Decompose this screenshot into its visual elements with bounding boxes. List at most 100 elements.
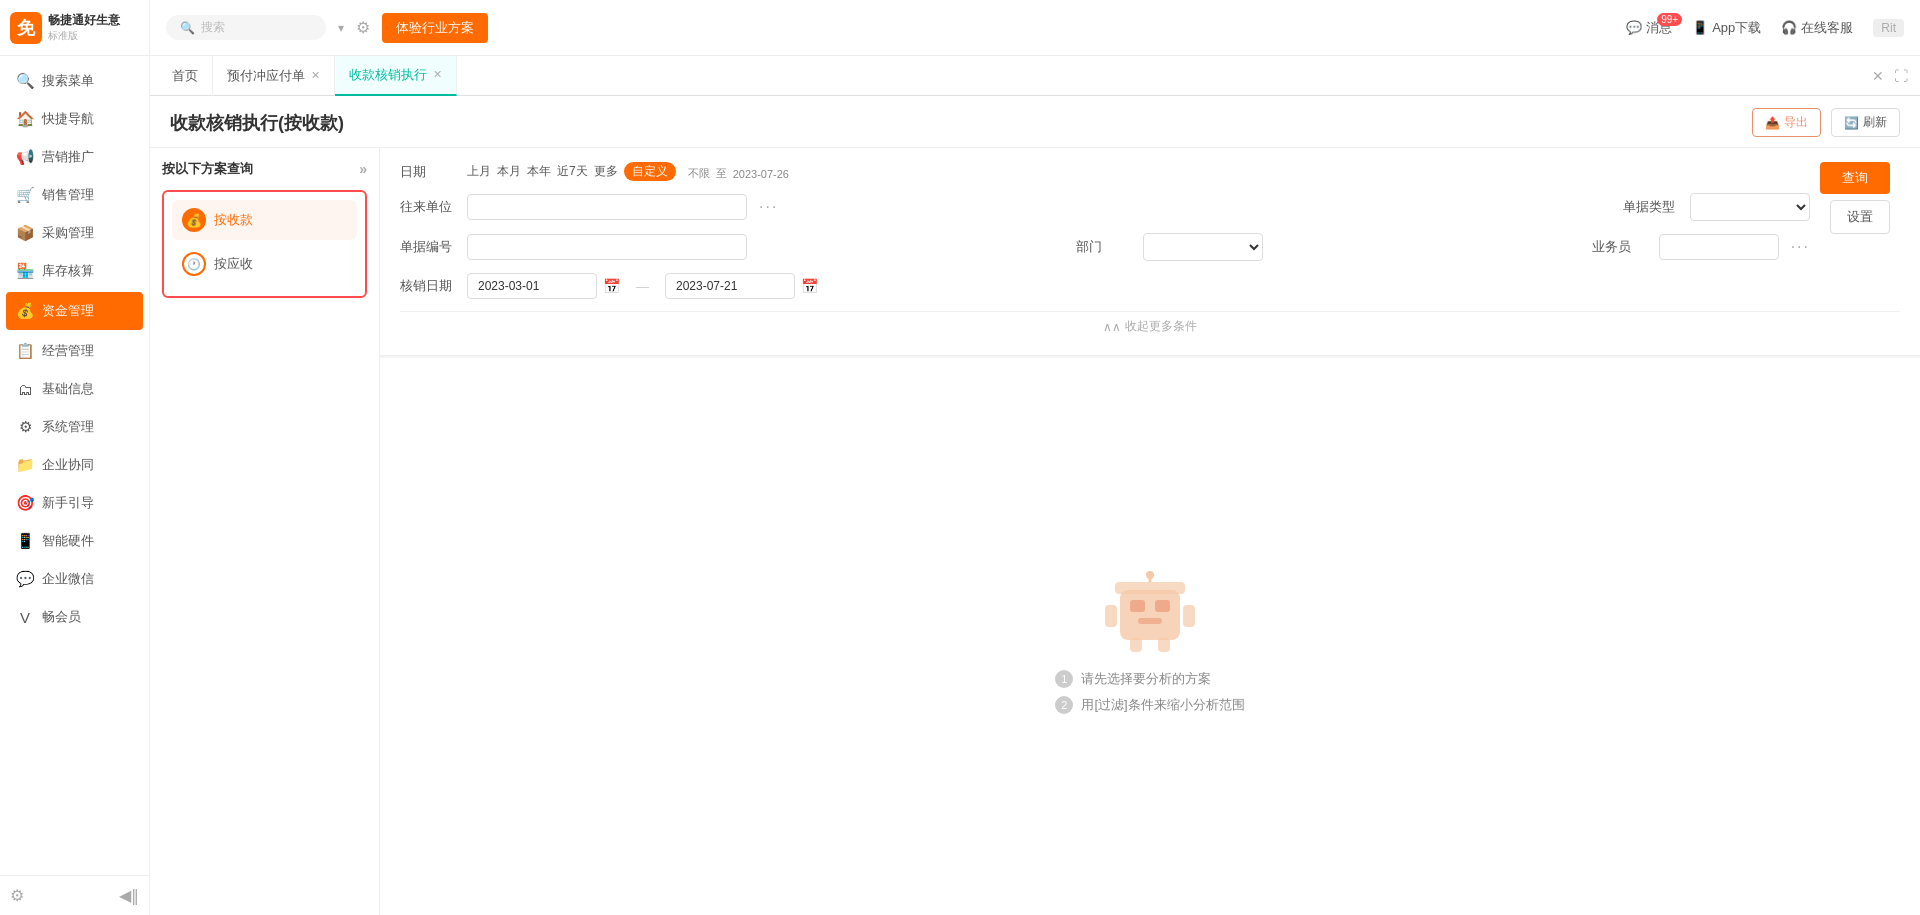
query-buttons: 查询 设置 <box>1810 162 1900 234</box>
tab-close-prepay[interactable]: ✕ <box>311 69 320 82</box>
date-last-month[interactable]: 上月 <box>467 163 491 180</box>
collapse-more-button[interactable]: ∧∧ 收起更多条件 <box>400 311 1900 341</box>
message-icon: 💬 <box>1626 20 1642 35</box>
date-this-year[interactable]: 本年 <box>527 163 551 180</box>
tab-prepay[interactable]: 预付冲应付单✕ <box>213 56 335 96</box>
main-content-wrapper: 日期 上月 本月 本年 近7天 更多 自定义 <box>380 148 1920 915</box>
sidebar-item-wechat[interactable]: 💬 企业微信 <box>0 560 149 598</box>
writeoff-date-start-calendar-icon[interactable]: 📅 <box>603 278 620 294</box>
refresh-button[interactable]: 🔄 刷新 <box>1831 108 1900 137</box>
sidebar-icon-biz: 📋 <box>16 342 34 360</box>
tab-receipt[interactable]: 收款核销执行✕ <box>335 56 457 96</box>
sidebar-item-sales[interactable]: 🛒销售管理 <box>0 176 149 214</box>
empty-illustration <box>1100 560 1200 660</box>
tab-label-home: 首页 <box>172 67 198 85</box>
writeoff-date-end-calendar-icon[interactable]: 📅 <box>801 278 818 294</box>
sidebar-label-basic: 基础信息 <box>42 380 94 398</box>
service-icon: 🎧 <box>1781 20 1797 35</box>
empty-tip-2: 2 用[过滤]条件来缩小分析范围 <box>1055 696 1244 714</box>
svg-rect-0 <box>1120 590 1180 640</box>
tabbar-actions: ✕ ⛶ <box>1868 64 1912 88</box>
sidebar-item-nav[interactable]: 🏠快捷导航 <box>0 100 149 138</box>
filter-option-by-receivable[interactable]: 🕐 按应收 <box>172 244 357 284</box>
close-tab-button[interactable]: ✕ <box>1868 64 1888 88</box>
sidebar-icon-search: 🔍 <box>16 72 34 90</box>
message-button[interactable]: 💬 消息 99+ <box>1626 19 1672 37</box>
writeoff-date-label: 核销日期 <box>400 277 455 295</box>
writeoff-date-start-input[interactable] <box>467 273 597 299</box>
sidebar-icon-finance: 💰 <box>16 302 34 320</box>
svg-rect-10 <box>1158 638 1170 652</box>
sidebar-item-basic[interactable]: 🗂基础信息 <box>0 370 149 408</box>
sidebar-label-search: 搜索菜单 <box>42 72 94 90</box>
topbar-chevron-icon[interactable]: ▾ <box>338 21 344 35</box>
content-area: 收款核销执行(按收款) 📤 导出 🔄 刷新 按以下方案查询 » <box>150 96 1920 915</box>
employee-more-icon[interactable]: ··· <box>1791 238 1810 256</box>
settings-icon[interactable]: ⚙ <box>10 886 24 905</box>
setting-button[interactable]: 设置 <box>1830 200 1890 234</box>
empty-tips: 1 请先选择要分析的方案 2 用[过滤]条件来缩小分析范围 <box>1055 670 1244 714</box>
counterpart-label: 往来单位 <box>400 198 455 216</box>
sidebar-item-biz[interactable]: 📋 经营管理 <box>0 332 149 370</box>
filter-option-by-receipt[interactable]: 💰 按收款 <box>172 200 357 240</box>
sidebar-label-sales: 销售管理 <box>42 186 94 204</box>
query-button[interactable]: 查询 <box>1820 162 1890 194</box>
sidebar-item-inventory[interactable]: 🏪库存核算 <box>0 252 149 290</box>
writeoff-date-start-group: 📅 <box>467 273 620 299</box>
voucherno-dept-row: 单据编号 部门 业务员 ··· <box>400 233 1810 261</box>
export-button[interactable]: 📤 导出 <box>1752 108 1821 137</box>
maximize-tab-button[interactable]: ⛶ <box>1890 64 1912 88</box>
sidebar-item-guide[interactable]: 🎯新手引导 <box>0 484 149 522</box>
filter-sidebar-title: 按以下方案查询 » <box>162 160 367 178</box>
counterpart-vouchertype-row: 往来单位 ··· 单据类型 <box>400 193 1810 221</box>
svg-rect-3 <box>1138 618 1162 624</box>
sidebar-label-member: 畅会员 <box>42 608 81 626</box>
sidebar-collapse-button[interactable]: » <box>359 161 367 177</box>
tab-close-receipt[interactable]: ✕ <box>433 68 442 81</box>
sidebar-icon-guide: 🎯 <box>16 494 34 512</box>
chevron-up-icon: ∧∧ <box>1103 320 1121 334</box>
date-label: 日期 <box>400 163 455 181</box>
sidebar-icon-wechat: 💬 <box>16 570 34 588</box>
username-display[interactable]: Rit <box>1873 19 1904 37</box>
sidebar-icon-purchase: 📦 <box>16 224 34 242</box>
sidebar-item-hardware[interactable]: 📱智能硬件 <box>0 522 149 560</box>
sidebar-item-search[interactable]: 🔍 搜索菜单 <box>0 62 149 100</box>
sidebar-label-biz: 经营管理 <box>42 342 94 360</box>
counterpart-input[interactable] <box>467 194 747 220</box>
filter-sidebar: 按以下方案查询 » 💰 按收款 🕐 按应收 <box>150 148 380 915</box>
topbar-gear-icon[interactable]: ⚙ <box>356 18 370 37</box>
sidebar-icon-system: ⚙ <box>16 418 34 436</box>
online-service-button[interactable]: 🎧 在线客服 <box>1781 19 1853 37</box>
voucher-no-label: 单据编号 <box>400 238 455 256</box>
employee-input[interactable] <box>1659 234 1779 260</box>
sidebar-item-finance[interactable]: 💰 资金管理 <box>6 292 143 330</box>
voucher-no-input[interactable] <box>467 234 747 260</box>
sidebar-item-enterprise[interactable]: 📁企业协同 <box>0 446 149 484</box>
counterpart-more-icon[interactable]: ··· <box>759 198 778 216</box>
date-more[interactable]: 更多 <box>594 163 618 180</box>
writeoff-date-end-input[interactable] <box>665 273 795 299</box>
date-custom-tag[interactable]: 自定义 <box>624 162 676 181</box>
collapse-icon[interactable]: ◀‖ <box>119 886 139 905</box>
topbar: 🔍 搜索 ▾ ⚙ 体验行业方案 💬 消息 99+ 📱 App下载 🎧 在线客服 … <box>150 0 1920 56</box>
sidebar-item-purchase[interactable]: 📦 采购管理 <box>0 214 149 252</box>
sidebar-label-wechat: 企业微信 <box>42 570 94 588</box>
sidebar-item-marketing[interactable]: 📢营销推广 <box>0 138 149 176</box>
sidebar-label-finance: 资金管理 <box>42 302 94 320</box>
sidebar-label-system: 系统管理 <box>42 418 94 436</box>
voucher-type-select[interactable] <box>1690 193 1810 221</box>
content-header: 收款核销执行(按收款) 📤 导出 🔄 刷新 <box>150 96 1920 148</box>
export-icon: 📤 <box>1765 116 1780 130</box>
sidebar-label-purchase: 采购管理 <box>42 224 94 242</box>
app-download-button[interactable]: 📱 App下载 <box>1692 19 1761 37</box>
date-this-month[interactable]: 本月 <box>497 163 521 180</box>
dept-select[interactable] <box>1143 233 1263 261</box>
tab-home[interactable]: 首页 <box>158 56 213 96</box>
solution-button[interactable]: 体验行业方案 <box>382 13 488 43</box>
search-bar[interactable]: 🔍 搜索 <box>166 15 326 40</box>
date-7days[interactable]: 近7天 <box>557 163 588 180</box>
filter-section: 按以下方案查询 » 💰 按收款 🕐 按应收 <box>150 148 1920 915</box>
sidebar-item-system[interactable]: ⚙ 系统管理 <box>0 408 149 446</box>
sidebar-item-member[interactable]: V畅会员 <box>0 598 149 636</box>
